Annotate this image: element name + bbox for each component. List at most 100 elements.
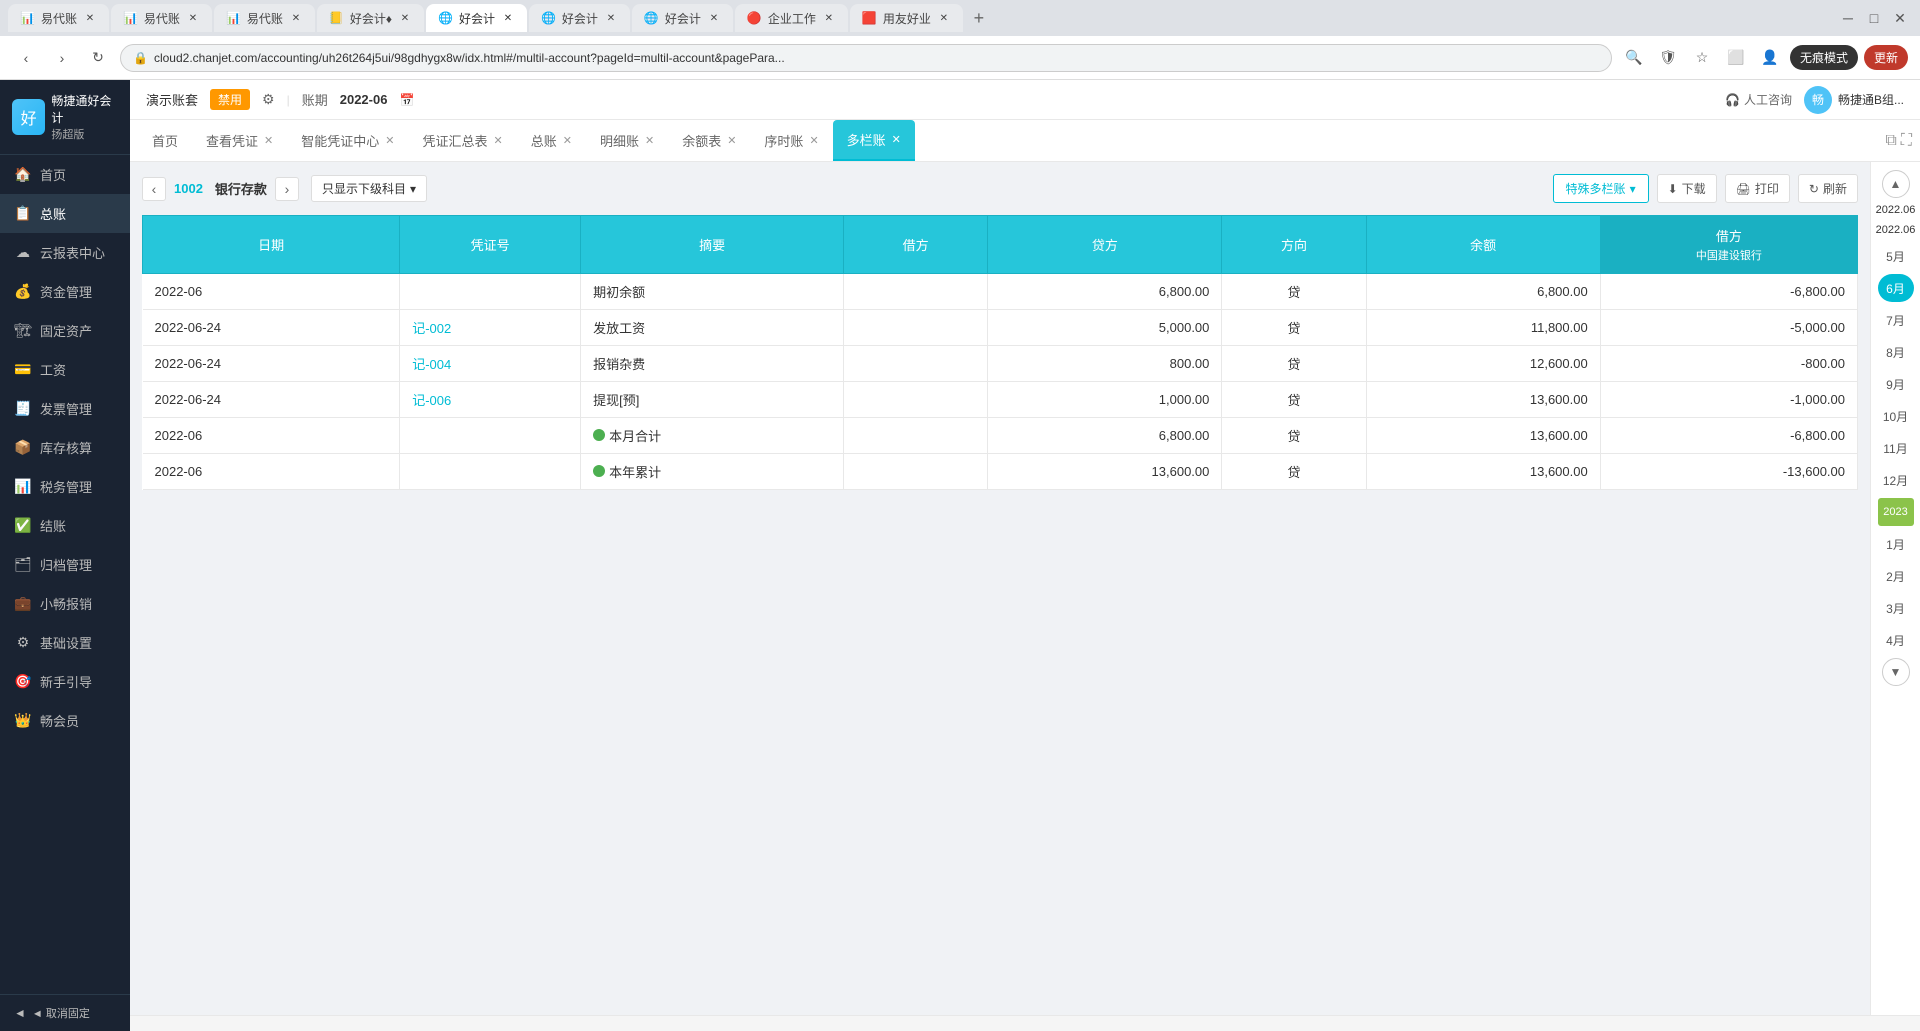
tab-summary-close[interactable]: ✕ (494, 134, 503, 147)
browser-tab-4[interactable]: 🌐 好会计 ✕ (426, 4, 527, 32)
user-profile-icon[interactable]: 👤 (1756, 44, 1784, 72)
search-icon[interactable]: 🔍 (1620, 44, 1648, 72)
tab-general-ledger[interactable]: 总账 ✕ (517, 121, 586, 160)
month-4-button[interactable]: 4月 (1878, 626, 1914, 654)
back-button[interactable]: ‹ (12, 44, 40, 72)
new-tab-button[interactable]: + (965, 4, 993, 32)
month-12-button[interactable]: 12月 (1878, 466, 1914, 494)
next-subject-button[interactable]: › (275, 177, 299, 201)
settings-btn[interactable]: ⚙ (262, 91, 275, 108)
minimize-button[interactable]: ─ (1836, 6, 1860, 30)
month-7-button[interactable]: 7月 (1878, 306, 1914, 334)
calendar-icon[interactable]: 📅 (399, 93, 414, 107)
tab-voucher[interactable]: 查看凭证 ✕ (192, 121, 287, 160)
close-button[interactable]: ✕ (1888, 6, 1912, 30)
tab-close-8[interactable]: ✕ (937, 11, 951, 25)
month-5-button[interactable]: 5月 (1878, 242, 1914, 270)
sidebar-item-salary[interactable]: 💳 工资 (0, 350, 130, 389)
sidebar-item-ledger[interactable]: 📋 总账 (0, 194, 130, 233)
tab-multi-column[interactable]: 多栏账 ✕ (833, 120, 915, 161)
consult-button[interactable]: 🎧 人工咨询 (1725, 91, 1792, 108)
month-3-button[interactable]: 3月 (1878, 594, 1914, 622)
star-icon[interactable]: ☆ (1688, 44, 1716, 72)
month-8-button[interactable]: 8月 (1878, 338, 1914, 366)
sidebar-footer[interactable]: ◄ ◄ 取消固定 (0, 994, 130, 1031)
tab-close-0[interactable]: ✕ (83, 11, 97, 25)
browser-tab-2[interactable]: 📊 易代账 ✕ (214, 4, 315, 32)
tab-collapse-button[interactable]: ⧉ (1885, 132, 1896, 150)
browser-tab-8[interactable]: 🟥 用友好业 ✕ (850, 4, 963, 32)
browser-tab-5[interactable]: 🌐 好会计 ✕ (529, 4, 630, 32)
reload-button[interactable]: ↻ (84, 44, 112, 72)
sidebar-item-fund[interactable]: 💰 资金管理 (0, 272, 130, 311)
tab-detail[interactable]: 明细账 ✕ (586, 121, 668, 160)
browser-tab-3[interactable]: 📒 好会计♦ ✕ (317, 4, 424, 32)
tab-voucher-summary[interactable]: 凭证汇总表 ✕ (408, 121, 516, 160)
print-button[interactable]: 🖨 打印 (1725, 174, 1790, 203)
tab-balance-close[interactable]: ✕ (727, 134, 736, 147)
tab-detail-close[interactable]: ✕ (645, 134, 654, 147)
sidebar-item-settings[interactable]: ⚙ 基础设置 (0, 623, 130, 662)
tab-smart-close[interactable]: ✕ (385, 134, 394, 147)
sidebar-item-expense[interactable]: 💼 小畅报销 (0, 584, 130, 623)
extensions-icon[interactable]: ⬜ (1722, 44, 1750, 72)
shield-icon[interactable]: 🛡 (1654, 44, 1682, 72)
browser-tab-0[interactable]: 📊 易代账 ✕ (8, 4, 109, 32)
tab-sequence-close[interactable]: ✕ (809, 134, 818, 147)
tab-close-4[interactable]: ✕ (501, 11, 515, 25)
update-button[interactable]: 更新 (1864, 45, 1908, 70)
tab-expand-button[interactable]: ⛶ (1901, 132, 1912, 150)
tab-multi-close[interactable]: ✕ (892, 133, 901, 146)
scroll-up-button[interactable]: ▲ (1882, 170, 1910, 198)
month-1-button[interactable]: 1月 (1878, 530, 1914, 558)
cell-voucher-3[interactable]: 记-006 (400, 382, 581, 418)
demo-badge[interactable]: 禁用 (210, 89, 250, 110)
download-button[interactable]: ⬇ 下载 (1657, 174, 1717, 203)
filter-select[interactable]: 只显示下级科目 ▾ (311, 175, 427, 202)
url-bar[interactable]: 🔒 cloud2.chanjet.com/accounting/uh26t264… (120, 44, 1612, 72)
sidebar-item-invoice[interactable]: 🧾 发票管理 (0, 389, 130, 428)
tab-smart-voucher[interactable]: 智能凭证中心 ✕ (287, 121, 408, 160)
voucher-link-3[interactable]: 记-006 (412, 393, 451, 408)
month-2-button[interactable]: 2月 (1878, 562, 1914, 590)
tab-sequence[interactable]: 序时账 ✕ (750, 121, 832, 160)
forward-button[interactable]: › (48, 44, 76, 72)
special-multicolumn-button[interactable]: 特殊多栏账 ▾ (1553, 174, 1649, 203)
tab-close-1[interactable]: ✕ (186, 11, 200, 25)
sidebar-item-archive[interactable]: 🗂 归档管理 (0, 545, 130, 584)
tab-balance[interactable]: 余额表 ✕ (668, 121, 750, 160)
tab-home[interactable]: 首页 (138, 121, 192, 160)
tab-close-7[interactable]: ✕ (822, 11, 836, 25)
prev-subject-button[interactable]: ‹ (142, 177, 166, 201)
tab-general-close[interactable]: ✕ (563, 134, 572, 147)
month-11-button[interactable]: 11月 (1878, 434, 1914, 462)
browser-tab-7[interactable]: 🔴 企业工作 ✕ (735, 4, 848, 32)
month-10-button[interactable]: 10月 (1878, 402, 1914, 430)
user-info[interactable]: 畅 畅捷通B组... (1804, 86, 1904, 114)
scroll-down-button[interactable]: ▼ (1882, 658, 1910, 686)
wuhen-button[interactable]: 无痕模式 (1790, 45, 1858, 70)
browser-tab-6[interactable]: 🌐 好会计 ✕ (632, 4, 733, 32)
month-9-button[interactable]: 9月 (1878, 370, 1914, 398)
month-6-button[interactable]: 6月 (1878, 274, 1914, 302)
voucher-link-1[interactable]: 记-002 (412, 321, 451, 336)
maximize-button[interactable]: □ (1862, 6, 1886, 30)
sidebar-item-stock[interactable]: 📦 库存核算 (0, 428, 130, 467)
cell-voucher-1[interactable]: 记-002 (400, 310, 581, 346)
tab-close-3[interactable]: ✕ (398, 11, 412, 25)
refresh-button[interactable]: ↻ 刷新 (1798, 174, 1858, 203)
sidebar-item-close[interactable]: ✅ 结账 (0, 506, 130, 545)
cell-voucher-2[interactable]: 记-004 (400, 346, 581, 382)
sidebar-item-assets[interactable]: 🏗 固定资产 (0, 311, 130, 350)
sidebar-item-member[interactable]: 👑 畅会员 (0, 701, 130, 740)
tab-close-2[interactable]: ✕ (289, 11, 303, 25)
voucher-link-2[interactable]: 记-004 (412, 357, 451, 372)
bottom-scrollbar[interactable] (130, 1015, 1920, 1031)
tab-voucher-close[interactable]: ✕ (264, 134, 273, 147)
sidebar-item-tax[interactable]: 📊 税务管理 (0, 467, 130, 506)
sidebar-item-guide[interactable]: 🎯 新手引导 (0, 662, 130, 701)
browser-tab-1[interactable]: 📊 易代账 ✕ (111, 4, 212, 32)
sidebar-item-home[interactable]: 🏠 首页 (0, 155, 130, 194)
tab-close-5[interactable]: ✕ (604, 11, 618, 25)
sidebar-item-report[interactable]: ☁ 云报表中心 (0, 233, 130, 272)
